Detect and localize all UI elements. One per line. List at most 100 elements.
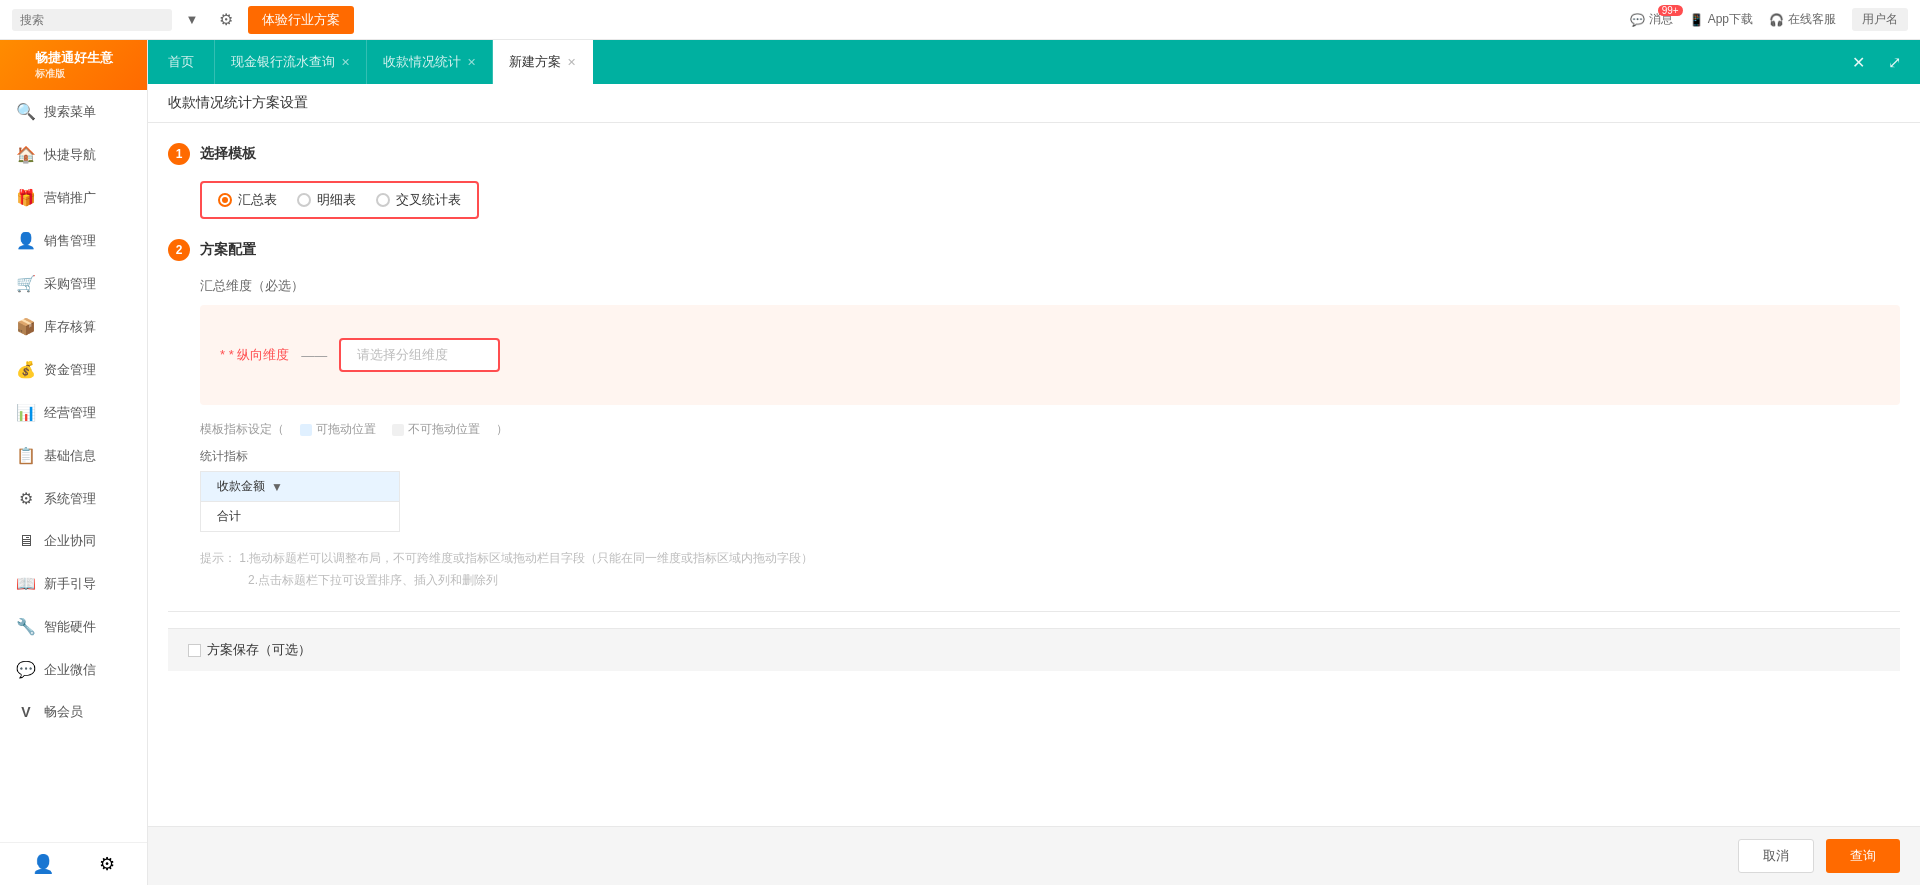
sidebar-bottom-icon2[interactable]: ⚙: [99, 853, 115, 875]
sidebar: 畅捷通好生意 标准版 🔍 搜索菜单 🏠 快捷导航 🎁 营销推广 👤 销售管理: [0, 40, 148, 885]
sidebar-item-label: 智能硬件: [44, 618, 96, 636]
sidebar-item-label: 企业协同: [44, 532, 96, 550]
sidebar-item-nav[interactable]: 🏠 快捷导航: [0, 133, 147, 176]
legend-draggable: 可拖动位置: [300, 421, 376, 438]
hardware-icon: 🔧: [16, 617, 36, 636]
tab-cashflow[interactable]: 现金银行流水查询 ✕: [215, 40, 367, 84]
sidebar-item-label: 畅会员: [44, 703, 83, 721]
sidebar-item-label: 资金管理: [44, 361, 96, 379]
app-logo: 畅捷通好生意 标准版: [0, 40, 147, 90]
dim-arrow-icon: ——: [301, 348, 327, 363]
service-label: 在线客服: [1788, 11, 1836, 28]
tab-home-label: 首页: [168, 53, 194, 71]
section1-title: 选择模板: [200, 145, 256, 163]
trial-button[interactable]: 体验行业方案: [248, 6, 354, 34]
sidebar-item-sales[interactable]: 👤 销售管理: [0, 219, 147, 262]
chart-icon: 📊: [16, 403, 36, 422]
sidebar-item-label: 营销推广: [44, 189, 96, 207]
save-label: 方案保存（可选）: [207, 641, 311, 659]
radio-cross[interactable]: 交叉统计表: [376, 191, 461, 209]
radio-detail[interactable]: 明细表: [297, 191, 356, 209]
search-input[interactable]: [12, 9, 172, 31]
sidebar-item-label: 搜索菜单: [44, 103, 96, 121]
save-checkbox[interactable]: 方案保存（可选）: [188, 641, 311, 659]
tab-home[interactable]: 首页: [148, 40, 215, 84]
sidebar-item-label: 销售管理: [44, 232, 96, 250]
query-button[interactable]: 查询: [1826, 839, 1900, 873]
sidebar-bottom-icon1[interactable]: 👤: [32, 853, 54, 875]
section2-num: 2: [168, 239, 190, 261]
page-header: 收款情况统计方案设置: [148, 84, 1920, 123]
search-icon: 🔍: [16, 102, 36, 121]
section1-num: 1: [168, 143, 190, 165]
tab-collection-close[interactable]: ✕: [467, 56, 476, 69]
sidebar-item-wechat[interactable]: 💬 企业微信: [0, 648, 147, 691]
gear-icon[interactable]: ⚙: [212, 6, 240, 34]
sidebar-item-base[interactable]: 📋 基础信息: [0, 434, 147, 477]
monitor-icon: 🖥: [16, 532, 36, 550]
tip-2: 2.点击标题栏下拉可设置排序、插入列和删除列: [200, 570, 1900, 592]
dim-select[interactable]: 请选择分组维度: [339, 338, 500, 372]
close-window-icon[interactable]: ✕: [1844, 48, 1872, 76]
radio-detail-circle: [297, 193, 311, 207]
maximize-icon[interactable]: ⤢: [1880, 48, 1908, 76]
sidebar-item-label: 新手引导: [44, 575, 96, 593]
metrics-table: 收款金额 ▼ 合计: [200, 471, 400, 532]
sidebar-item-inventory[interactable]: 📦 库存核算: [0, 305, 147, 348]
section2-header: 2 方案配置: [168, 239, 1900, 261]
sidebar-item-guide[interactable]: 📖 新手引导: [0, 562, 147, 605]
legend-fixed-label: 不可拖动位置: [408, 421, 480, 438]
sidebar-item-member[interactable]: V 畅会员: [0, 691, 147, 733]
sidebar-item-purchase[interactable]: 🛒 采购管理: [0, 262, 147, 305]
sidebar-item-label: 经营管理: [44, 404, 96, 422]
tab-new-plan[interactable]: 新建方案 ✕: [493, 40, 593, 84]
config-panel: * * 纵向维度 —— 请选择分组维度: [200, 305, 1900, 405]
dim-label: * * 纵向维度: [220, 346, 289, 364]
sidebar-item-label: 采购管理: [44, 275, 96, 293]
tab-cashflow-label: 现金银行流水查询: [231, 53, 335, 71]
radio-summary-dot: [222, 197, 228, 203]
sidebar-item-collab[interactable]: 🖥 企业协同: [0, 520, 147, 562]
top-bar: ▼ ⚙ 体验行业方案 💬 消息 99+ 📱 App下载 🎧 在线客服 用户名: [0, 0, 1920, 40]
info-icon: 📋: [16, 446, 36, 465]
radio-summary[interactable]: 汇总表: [218, 191, 277, 209]
metrics-header-text: 收款金额: [217, 478, 265, 495]
metrics-dropdown-icon[interactable]: ▼: [271, 480, 283, 494]
download-icon-item[interactable]: 📱 App下载: [1689, 11, 1753, 28]
metrics-row-total: 合计: [201, 502, 399, 531]
form-area: 1 选择模板 汇总表: [148, 123, 1920, 826]
wechat-icon: 💬: [16, 660, 36, 679]
sidebar-item-label: 快捷导航: [44, 146, 96, 164]
section1-header: 1 选择模板: [168, 143, 1900, 165]
sidebar-item-finance[interactable]: 💰 资金管理: [0, 348, 147, 391]
sidebar-item-hardware[interactable]: 🔧 智能硬件: [0, 605, 147, 648]
sidebar-item-marketing[interactable]: 🎁 营销推广: [0, 176, 147, 219]
tab-collection-label: 收款情况统计: [383, 53, 461, 71]
section-config: 2 方案配置 汇总维度（必选） * * 纵向维度: [168, 239, 1900, 591]
sidebar-item-search[interactable]: 🔍 搜索菜单: [0, 90, 147, 133]
message-icon-item[interactable]: 💬 消息 99+: [1630, 11, 1673, 28]
tips-section: 提示： 1.拖动标题栏可以调整布局，不可跨维度或指标区域拖动栏目字段（只能在同一…: [200, 548, 1900, 591]
tab-new-plan-close[interactable]: ✕: [567, 56, 576, 69]
gift-icon: 🎁: [16, 188, 36, 207]
service-icon: 🎧: [1769, 13, 1784, 27]
money-icon: 💰: [16, 360, 36, 379]
service-icon-item[interactable]: 🎧 在线客服: [1769, 11, 1836, 28]
home-icon: 🏠: [16, 145, 36, 164]
tab-collection[interactable]: 收款情况统计 ✕: [367, 40, 493, 84]
tab-bar: 首页 现金银行流水查询 ✕ 收款情况统计 ✕ 新建方案 ✕ ✕ ⤢: [148, 40, 1920, 84]
username: 用户名: [1852, 8, 1908, 31]
config-label: 汇总维度（必选）: [200, 277, 1900, 295]
tab-cashflow-close[interactable]: ✕: [341, 56, 350, 69]
page-content: 收款情况统计方案设置 1 选择模板: [148, 84, 1920, 885]
legend-draggable-label: 可拖动位置: [316, 421, 376, 438]
cancel-button[interactable]: 取消: [1738, 839, 1814, 873]
sidebar-item-system[interactable]: ⚙ 系统管理: [0, 477, 147, 520]
tab-new-plan-label: 新建方案: [509, 53, 561, 71]
sidebar-item-label: 企业微信: [44, 661, 96, 679]
sidebar-item-operations[interactable]: 📊 经营管理: [0, 391, 147, 434]
legend-fixed: 不可拖动位置: [392, 421, 480, 438]
save-checkbox-box[interactable]: [188, 644, 201, 657]
metrics-header[interactable]: 收款金额 ▼: [201, 472, 399, 502]
dropdown-icon[interactable]: ▼: [180, 8, 204, 32]
